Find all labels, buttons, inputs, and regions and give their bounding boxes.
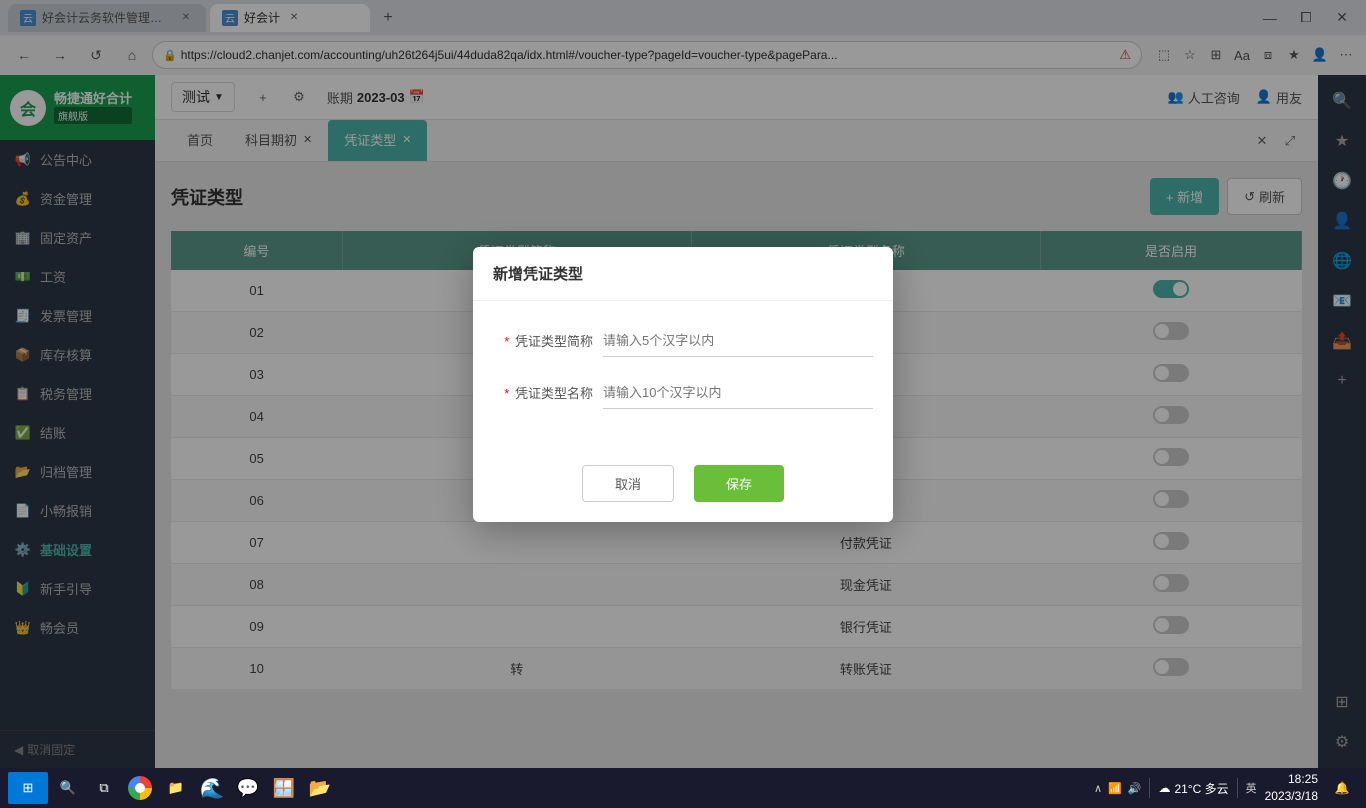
taskbar-sys-icons: ∧ 📶 🔊: [1094, 782, 1141, 795]
name-label: * 凭证类型名称: [493, 383, 603, 402]
taskbar-right: ∧ 📶 🔊 ☁ 21°C 多云 英 18:25 2023/3/18 🔔: [1094, 771, 1358, 805]
form-row-abbr: * 凭证类型简称: [493, 325, 873, 357]
modal-title: 新增凭证类型: [493, 266, 583, 283]
taskbar-windows-store[interactable]: 🪟: [268, 772, 300, 804]
taskbar-lang-icons: 英: [1246, 780, 1257, 796]
taskbar-task-view[interactable]: ⧉: [88, 772, 120, 804]
form-row-name: * 凭证类型名称: [493, 377, 873, 409]
lang-indicator: 英: [1246, 780, 1257, 796]
abbr-input[interactable]: [603, 325, 873, 357]
taskbar-weather: ☁ 21°C 多云: [1158, 780, 1228, 797]
taskbar-clock[interactable]: 18:25 2023/3/18: [1265, 771, 1318, 805]
taskbar-separator: [1149, 778, 1150, 798]
notification-button[interactable]: 🔔: [1326, 772, 1358, 804]
name-input[interactable]: [603, 377, 873, 409]
save-button[interactable]: 保存: [694, 465, 784, 502]
taskbar-time-value: 18:25: [1265, 771, 1318, 788]
required-star-name: *: [504, 386, 509, 401]
taskbar-date-value: 2023/3/18: [1265, 788, 1318, 805]
network-icon: 📶: [1108, 782, 1122, 795]
weather-icon: ☁: [1158, 781, 1170, 795]
taskbar-separator-2: [1237, 778, 1238, 798]
taskbar-files[interactable]: 📂: [304, 772, 336, 804]
modal-footer: 取消 保存: [473, 453, 893, 522]
abbr-label: * 凭证类型简称: [493, 331, 603, 350]
chevron-up-icon[interactable]: ∧: [1094, 782, 1102, 795]
cancel-button[interactable]: 取消: [582, 465, 674, 502]
taskbar-search[interactable]: 🔍: [52, 772, 84, 804]
speaker-icon: 🔊: [1128, 782, 1142, 795]
modal-body: * 凭证类型简称 * 凭证类型名称: [473, 301, 893, 453]
modal-header: 新增凭证类型: [473, 247, 893, 301]
required-star-abbr: *: [504, 334, 509, 349]
modal-dialog: 新增凭证类型 * 凭证类型简称 * 凭证类型名称 取消 保存: [473, 247, 893, 522]
taskbar-edge[interactable]: 🌊: [196, 772, 228, 804]
weather-text: 21°C 多云: [1174, 780, 1228, 797]
taskbar: ⊞ 🔍 ⧉ 📁 🌊 💬 🪟 📂 ∧ 📶 🔊 ☁ 21°C 多云 英 18:25 …: [0, 768, 1366, 808]
taskbar-chrome[interactable]: [124, 772, 156, 804]
modal-overlay: 新增凭证类型 * 凭证类型简称 * 凭证类型名称 取消 保存: [0, 0, 1366, 768]
taskbar-file-explorer[interactable]: 📁: [160, 772, 192, 804]
start-button[interactable]: ⊞: [8, 772, 48, 804]
taskbar-wechat[interactable]: 💬: [232, 772, 264, 804]
